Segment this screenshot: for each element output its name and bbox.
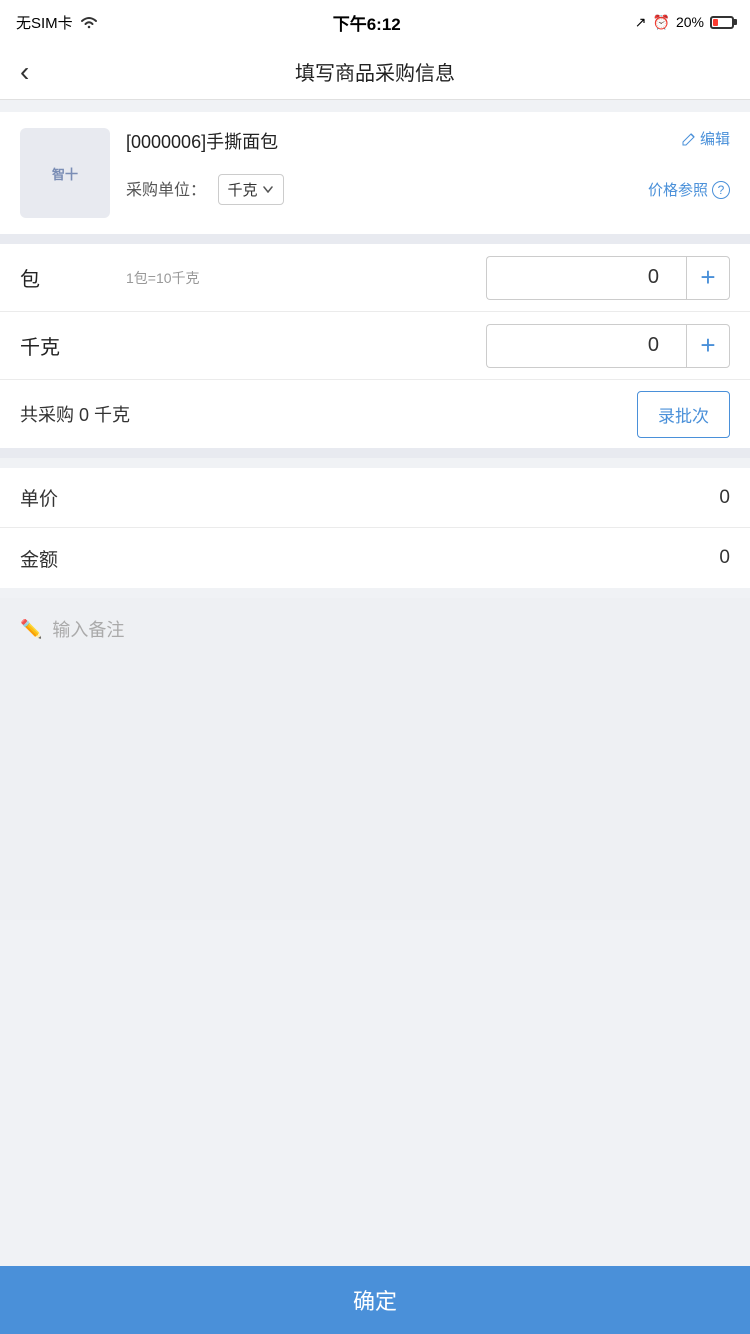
pencil-icon: ✏️	[20, 619, 42, 640]
kg-input-row: 千克 +	[0, 312, 750, 380]
remark-placeholder: 输入备注	[52, 616, 124, 642]
bag-input-row: 包 1包=10千克 +	[0, 244, 750, 312]
amount-value: 0	[719, 547, 730, 569]
product-image: 智十	[20, 128, 110, 218]
unit-price-row: 单价 0	[0, 468, 750, 528]
total-row: 共采购 0 千克 录批次	[0, 380, 750, 448]
help-icon: ?	[712, 181, 730, 199]
wifi-icon	[79, 15, 99, 30]
carrier-label: 无SIM卡	[16, 12, 73, 33]
product-info: [0000006]手撕面包 编辑 采购单位： 千克 价格	[126, 128, 730, 205]
content-spacer	[0, 660, 750, 920]
battery-percent: 20%	[676, 14, 704, 30]
battery-icon	[710, 16, 734, 29]
unit-price-value: 0	[719, 487, 730, 509]
chevron-down-icon	[263, 186, 273, 193]
product-name-row: [0000006]手撕面包 编辑	[126, 128, 730, 154]
price-ref-button[interactable]: 价格参照 ?	[648, 179, 730, 200]
unit-select[interactable]: 千克	[218, 174, 284, 205]
quantity-section: 包 1包=10千克 + 千克 +	[0, 244, 750, 380]
confirm-button[interactable]: 确定	[0, 1266, 750, 1334]
status-time: 下午6:12	[333, 10, 401, 35]
kg-label: 千克	[20, 331, 120, 360]
unit-row: 采购单位： 千克 价格参照 ?	[126, 174, 730, 205]
section-divider-2	[0, 448, 750, 458]
page-title: 填写商品采购信息	[295, 57, 455, 86]
total-label: 共采购 0 千克	[20, 401, 130, 427]
bag-label: 包	[20, 263, 120, 292]
batch-button[interactable]: 录批次	[637, 391, 730, 438]
price-section: 单价 0 金额 0	[0, 468, 750, 588]
kg-plus-button[interactable]: +	[686, 324, 730, 368]
remark-section[interactable]: ✏️ 输入备注	[0, 598, 750, 660]
status-left: 无SIM卡	[16, 12, 99, 33]
kg-input-right: +	[486, 324, 730, 368]
product-name: [0000006]手撕面包	[126, 128, 278, 154]
bag-sub-label: 1包=10千克	[126, 268, 200, 288]
unit-price-label: 单价	[20, 484, 58, 511]
kg-quantity-input[interactable]	[486, 324, 686, 368]
amount-row: 金额 0	[0, 528, 750, 588]
status-bar: 无SIM卡 下午6:12 ↗ ⏰ 20%	[0, 0, 750, 44]
alarm-icon: ⏰	[653, 14, 670, 31]
bag-input-right: +	[486, 256, 730, 300]
amount-label: 金额	[20, 545, 58, 572]
unit-label: 采购单位：	[126, 182, 206, 199]
product-card: 智十 [0000006]手撕面包 编辑 采购单位： 千克	[0, 112, 750, 234]
back-button[interactable]: ‹	[20, 58, 29, 86]
edit-icon	[682, 132, 696, 146]
status-right: ↗ ⏰ 20%	[635, 14, 734, 31]
edit-button[interactable]: 编辑	[682, 128, 730, 149]
bag-plus-button[interactable]: +	[686, 256, 730, 300]
bag-quantity-input[interactable]	[486, 256, 686, 300]
location-icon: ↗	[635, 14, 647, 31]
nav-bar: ‹ 填写商品采购信息	[0, 44, 750, 100]
section-divider-1	[0, 234, 750, 244]
